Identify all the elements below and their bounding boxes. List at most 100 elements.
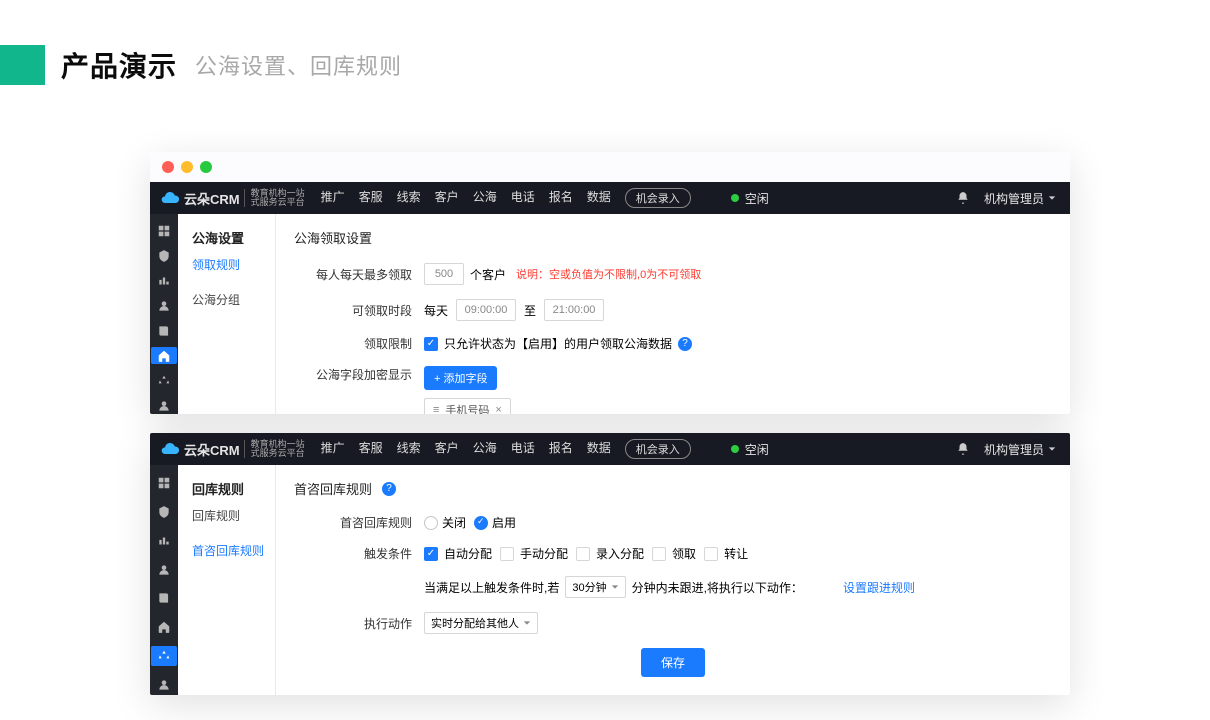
label-encrypt: 公海字段加密显示 (294, 366, 424, 383)
sidebar-item-return[interactable]: 回库规则 (178, 498, 275, 533)
nav-item[interactable]: 线索 (397, 439, 421, 459)
opportunity-entry-button[interactable]: 机会录入 (625, 188, 691, 208)
window-public-sea: 云朵CRM 教育机构一站式服务云平台 推广 客服 线索 客户 公海 电话 报名 … (150, 152, 1070, 414)
status-indicator[interactable]: 空闲 (731, 441, 769, 458)
brand-logo[interactable]: 云朵CRM 教育机构一站式服务云平台 (160, 188, 305, 208)
sidebar-title: 回库规则 (178, 479, 275, 498)
help-icon[interactable]: ? (382, 482, 396, 496)
cloud-icon (160, 439, 180, 459)
rail-recycle-icon[interactable] (151, 646, 177, 667)
trigger-manual-checkbox[interactable] (500, 547, 514, 561)
topbar: 云朵CRM 教育机构一站式服务云平台 推广 客服 线索 客户 公海 电话 报名 … (150, 433, 1070, 465)
cloud-icon (160, 188, 180, 208)
nav-item[interactable]: 数据 (587, 188, 611, 208)
rail-chart-icon[interactable] (151, 531, 177, 552)
rail-book-icon[interactable] (151, 588, 177, 609)
brand-logo[interactable]: 云朵CRM 教育机构一站式服务云平台 (160, 439, 305, 459)
mac-titlebar (150, 152, 1070, 182)
minimize-icon[interactable] (181, 161, 193, 173)
add-field-button[interactable]: + 添加字段 (424, 366, 497, 390)
nav-item[interactable]: 报名 (549, 188, 573, 208)
bell-icon[interactable] (956, 191, 970, 205)
rail-book-icon[interactable] (151, 322, 177, 339)
rail-shield-icon[interactable] (151, 247, 177, 264)
nav-item[interactable]: 客户 (435, 188, 459, 208)
maximize-icon[interactable] (200, 161, 212, 173)
sidebar-title: 公海设置 (178, 228, 275, 247)
top-nav: 推广 客服 线索 客户 公海 电话 报名 数据 机会录入 (321, 439, 691, 459)
rail-person-icon[interactable] (151, 397, 177, 414)
label-trigger: 触发条件 (294, 545, 424, 562)
rail-user-icon[interactable] (151, 297, 177, 314)
status-indicator[interactable]: 空闲 (731, 190, 769, 207)
remove-tag-icon[interactable]: × (495, 404, 501, 414)
section-title: 公海领取设置 (294, 228, 1052, 247)
nav-item[interactable]: 数据 (587, 439, 611, 459)
time-from-input[interactable] (456, 299, 516, 321)
rail-recycle-icon[interactable] (151, 372, 177, 389)
slide-subtitle: 公海设置、回库规则 (195, 49, 402, 81)
label-action: 执行动作 (294, 615, 424, 632)
nav-rail (150, 465, 178, 695)
help-icon[interactable]: ? (678, 337, 692, 351)
trigger-claim-checkbox[interactable] (652, 547, 666, 561)
daily-limit-input[interactable] (424, 263, 464, 285)
trigger-auto-checkbox[interactable] (424, 547, 438, 561)
action-select[interactable]: 实时分配给其他人 (424, 612, 538, 634)
nav-item[interactable]: 线索 (397, 188, 421, 208)
nav-item[interactable]: 客服 (359, 439, 383, 459)
radio-off[interactable] (424, 516, 438, 530)
sidebar-item-groups[interactable]: 公海分组 (178, 282, 275, 317)
sidebar: 回库规则 回库规则 首咨回库规则 (178, 465, 276, 695)
opportunity-entry-button[interactable]: 机会录入 (625, 439, 691, 459)
user-menu[interactable]: 机构管理员 (984, 441, 1056, 458)
slide-header: 产品演示 公海设置、回库规则 (0, 45, 402, 85)
rail-home-icon[interactable] (151, 347, 177, 364)
nav-rail (150, 214, 178, 414)
rail-dashboard-icon[interactable] (151, 473, 177, 494)
trigger-input-checkbox[interactable] (576, 547, 590, 561)
rail-chart-icon[interactable] (151, 272, 177, 289)
encrypted-field-tag[interactable]: 手机号码× (424, 398, 511, 414)
accent-square (0, 45, 45, 85)
radio-on[interactable] (474, 516, 488, 530)
sidebar: 公海设置 领取规则 公海分组 (178, 214, 276, 414)
slide-title: 产品演示 (61, 45, 177, 85)
rail-dashboard-icon[interactable] (151, 222, 177, 239)
nav-item[interactable]: 公海 (473, 188, 497, 208)
label-daily-limit: 每人每天最多领取 (294, 266, 424, 283)
nav-item[interactable]: 客服 (359, 188, 383, 208)
rail-person-icon[interactable] (151, 674, 177, 695)
top-nav: 推广 客服 线索 客户 公海 电话 报名 数据 机会录入 (321, 188, 691, 208)
section-title: 首咨回库规则? (294, 479, 1052, 498)
bell-icon[interactable] (956, 442, 970, 456)
trigger-transfer-checkbox[interactable] (704, 547, 718, 561)
label-time-window: 可领取时段 (294, 302, 424, 319)
label-restriction: 领取限制 (294, 335, 424, 352)
sidebar-item-first-return[interactable]: 首咨回库规则 (178, 533, 275, 568)
nav-item[interactable]: 电话 (511, 439, 535, 459)
user-menu[interactable]: 机构管理员 (984, 190, 1056, 207)
time-to-input[interactable] (544, 299, 604, 321)
main-panel: 公海领取设置 每人每天最多领取 个客户 说明：空或负值为不限制,0为不可领取 可… (276, 214, 1070, 414)
nav-item[interactable]: 电话 (511, 188, 535, 208)
rail-home-icon[interactable] (151, 617, 177, 638)
save-button[interactable]: 保存 (641, 648, 705, 677)
window-return-rules: 云朵CRM 教育机构一站式服务云平台 推广 客服 线索 客户 公海 电话 报名 … (150, 433, 1070, 695)
nav-item[interactable]: 推广 (321, 439, 345, 459)
topbar: 云朵CRM 教育机构一站式服务云平台 推广 客服 线索 客户 公海 电话 报名 … (150, 182, 1070, 214)
label-rule-toggle: 首咨回库规则 (294, 514, 424, 531)
close-icon[interactable] (162, 161, 174, 173)
set-followup-link[interactable]: 设置跟进规则 (843, 579, 915, 596)
rail-shield-icon[interactable] (151, 502, 177, 523)
nav-item[interactable]: 公海 (473, 439, 497, 459)
rail-user-icon[interactable] (151, 559, 177, 580)
nav-item[interactable]: 客户 (435, 439, 459, 459)
minutes-select[interactable]: 30分钟 (565, 576, 625, 598)
nav-item[interactable]: 报名 (549, 439, 573, 459)
nav-item[interactable]: 推广 (321, 188, 345, 208)
main-panel: 首咨回库规则? 首咨回库规则 关闭 启用 触发条件 自动分配 手动分配 录入分配… (276, 465, 1070, 695)
sidebar-item-claim-rules[interactable]: 领取规则 (178, 247, 275, 282)
enabled-only-checkbox[interactable] (424, 337, 438, 351)
limit-note: 说明：空或负值为不限制,0为不可领取 (516, 266, 701, 282)
